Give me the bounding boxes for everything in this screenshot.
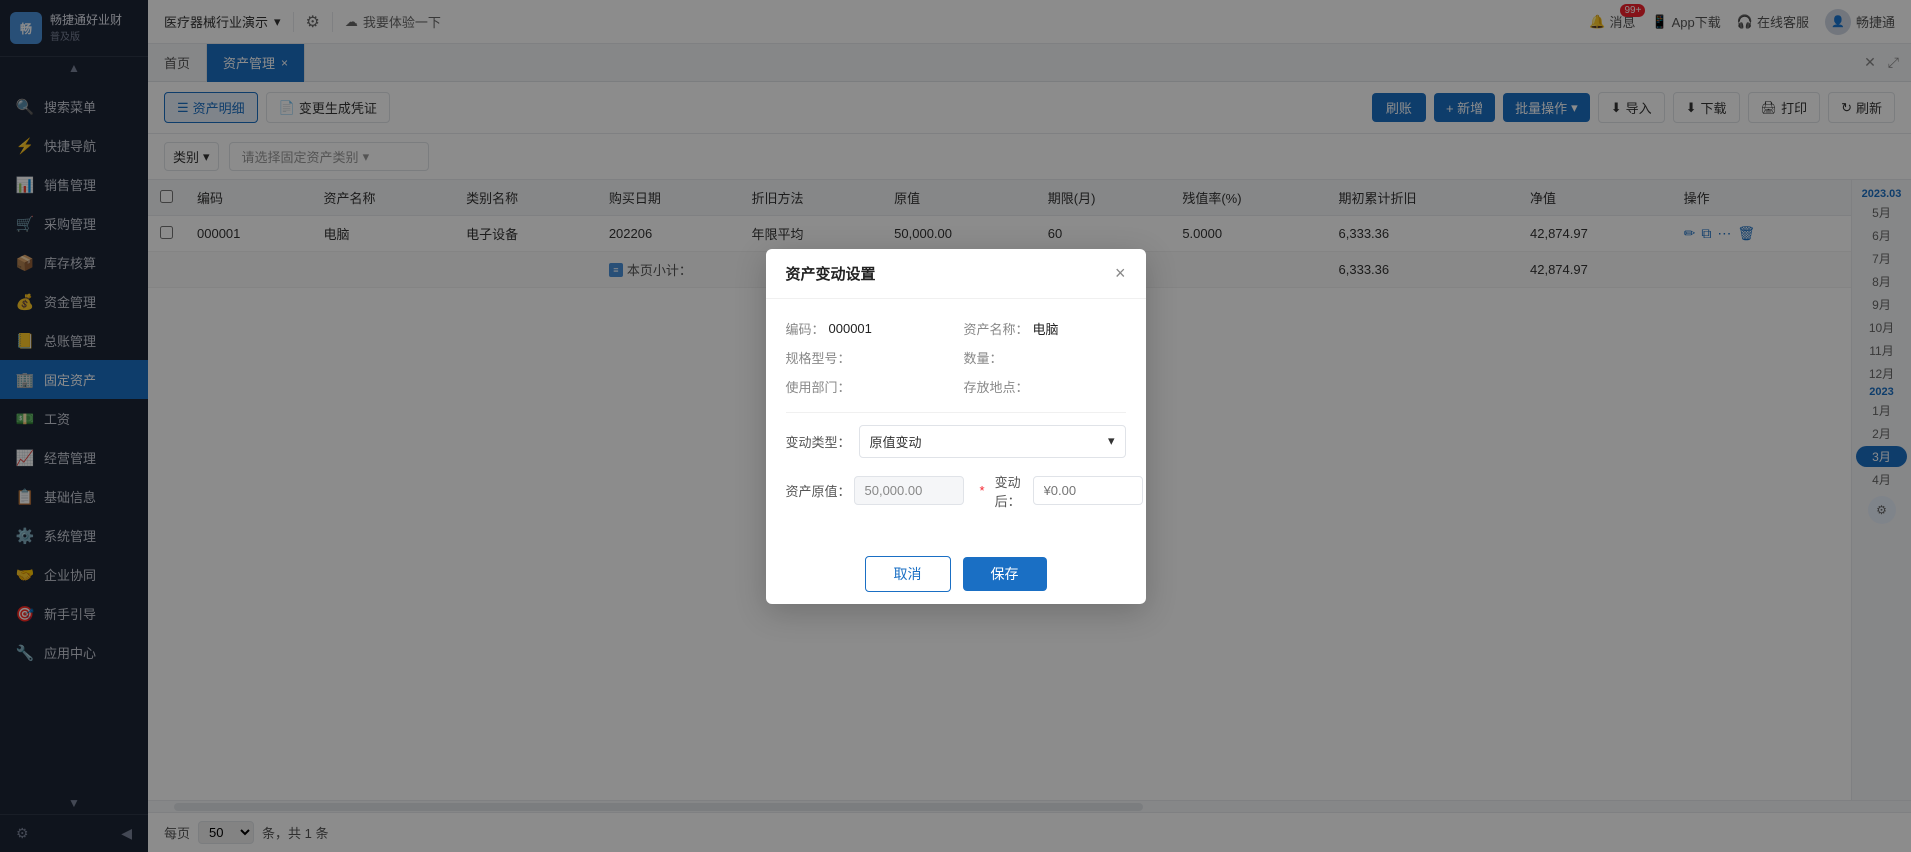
dialog-dept-field: 使用部门：: [786, 377, 948, 396]
dialog-code-field: 编码： 000001: [786, 319, 948, 338]
dialog-name-label: 资产名称：: [964, 319, 1029, 338]
dialog-value-field: 资产原值： * 变动后：: [786, 472, 1126, 510]
dialog-required-mark: *: [980, 483, 985, 498]
dialog-spec-field: 规格型号：: [786, 348, 948, 367]
dialog-spec-label: 规格型号：: [786, 348, 851, 367]
dialog-original-value-label: 资产原值：: [786, 481, 846, 500]
dialog-change-type-field: 变动类型： 原值变动 ▾: [786, 425, 1126, 458]
dialog-overlay: 资产变动设置 × 编码： 000001 资产名称： 电脑 规格型号： 数量：: [0, 0, 1911, 852]
dialog-change-type-select[interactable]: 原值变动 ▾: [859, 425, 1126, 458]
dialog-close-button[interactable]: ×: [1115, 263, 1126, 284]
dialog-quantity-label: 数量：: [964, 348, 1003, 367]
dialog-name-field: 资产名称： 电脑: [964, 319, 1126, 338]
asset-change-dialog: 资产变动设置 × 编码： 000001 资产名称： 电脑 规格型号： 数量：: [766, 249, 1146, 604]
dialog-after-label: 变动后：: [995, 472, 1021, 510]
dialog-change-type-arrow-icon: ▾: [1108, 433, 1115, 449]
dialog-name-value: 电脑: [1033, 319, 1059, 338]
dialog-change-type-value: 原值变动: [870, 432, 922, 451]
dialog-body: 编码： 000001 资产名称： 电脑 规格型号： 数量： 使用部门：: [766, 299, 1146, 544]
dialog-title: 资产变动设置: [786, 263, 876, 284]
save-button[interactable]: 保存: [963, 557, 1047, 591]
dialog-code-value: 000001: [829, 321, 872, 336]
dialog-info-grid: 编码： 000001 资产名称： 电脑 规格型号： 数量： 使用部门：: [786, 319, 1126, 396]
cancel-button[interactable]: 取消: [865, 556, 951, 592]
dialog-code-label: 编码：: [786, 319, 825, 338]
dialog-header: 资产变动设置 ×: [766, 249, 1146, 299]
dialog-dept-label: 使用部门：: [786, 377, 851, 396]
dialog-divider: [786, 412, 1126, 413]
dialog-original-value-input: [854, 476, 964, 505]
dialog-change-type-label: 变动类型：: [786, 432, 851, 451]
dialog-footer: 取消 保存: [766, 544, 1146, 604]
dialog-location-field: 存放地点：: [964, 377, 1126, 396]
dialog-location-label: 存放地点：: [964, 377, 1029, 396]
dialog-after-input[interactable]: [1033, 476, 1143, 505]
dialog-quantity-field: 数量：: [964, 348, 1126, 367]
